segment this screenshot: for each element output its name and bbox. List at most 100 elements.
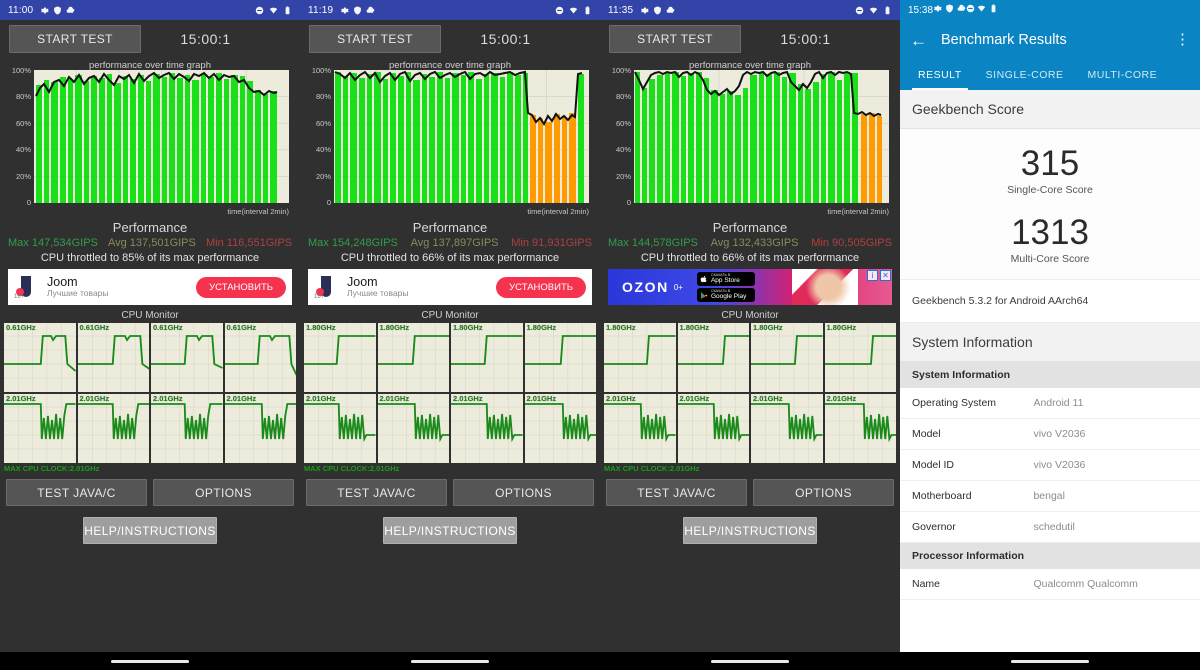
back-arrow-icon[interactable]: ← — [910, 32, 927, 49]
test-java-c-button[interactable]: TEST JAVA/C — [606, 479, 747, 506]
ad-banner-1[interactable]: 16+ Joom Лучшие товары УСТАНОВИТЬ — [8, 269, 292, 305]
nav-home-pill[interactable] — [1011, 659, 1089, 663]
system-nav-bar[interactable] — [300, 652, 600, 670]
cpu-core-cell: 1.80GHz — [677, 323, 749, 392]
joom-ad[interactable]: 16+ Joom Лучшие товары УСТАНОВИТЬ — [8, 269, 292, 305]
status-time: 11:00 — [8, 4, 34, 16]
nav-home-pill[interactable] — [711, 659, 789, 663]
table-row: Model ID vivo V2036 — [900, 450, 1200, 481]
options-button[interactable]: OPTIONS — [753, 479, 894, 506]
cpu-core-cell: 2.01GHz — [451, 394, 523, 463]
nav-home-pill[interactable] — [111, 659, 189, 663]
multi-core-score-group: 1313 Multi-Core Score — [900, 213, 1200, 264]
cpu-core-cell: 2.01GHz — [304, 394, 376, 463]
ad-banner-3[interactable]: OZON 0+ СКАЧАТЬ В App Store СКАЧАТЬ В Goog… — [608, 269, 892, 305]
app-store-label: СКАЧАТЬ В App Store — [711, 273, 740, 284]
geekbench-status-bar: 15:38 — [900, 0, 1200, 20]
cpu-core-cell: 2.01GHz — [151, 394, 223, 463]
help-instructions-button[interactable]: HELP/INSTRUCTIONS — [683, 517, 817, 544]
cpu-core-freq: 0.61GHz — [226, 323, 257, 332]
google-play-badge[interactable]: СКАЧАТЬ В Google Play — [696, 288, 755, 302]
dnd-icon — [555, 6, 564, 14]
row-key: Name — [912, 577, 941, 590]
gear-icon — [641, 7, 649, 13]
throttling-panel-1: 11:00 START TEST 15:00:1 performance ove… — [0, 0, 300, 670]
ad-controls[interactable]: i ✕ — [867, 270, 891, 281]
table-row: Operating System Android 11 — [900, 388, 1200, 419]
app-store-badge[interactable]: СКАЧАТЬ В App Store — [696, 272, 755, 286]
system-nav-bar[interactable] — [0, 652, 300, 670]
row-key: Model ID — [912, 458, 955, 471]
svg-text:40%: 40% — [616, 145, 631, 154]
start-test-button[interactable]: START TEST — [9, 25, 141, 53]
svg-text:80%: 80% — [16, 92, 31, 101]
graph-canvas: 100% 80% 60% 40% 20% 0 time(interval 2mi… — [12, 66, 290, 216]
google-play-name: Google Play — [710, 292, 747, 300]
max-gips: Max 144,578GIPS — [608, 237, 698, 249]
overflow-menu-icon[interactable]: ⋮ — [1175, 32, 1190, 46]
cpu-core-cell: 2.01GHz — [524, 394, 596, 463]
svg-text:0: 0 — [627, 198, 631, 207]
tab-single-core[interactable]: SINGLE-CORE — [974, 60, 1076, 90]
max-cpu-clock-label: MAX CPU CLOCK:2.01GHz — [4, 464, 100, 473]
joom-ad-text: Joom Лучшие товары — [347, 275, 489, 299]
status-right-icons — [555, 5, 592, 15]
start-test-button[interactable]: START TEST — [309, 25, 441, 53]
ad-info-icon[interactable]: i — [867, 270, 878, 281]
cpu-core-cell: 0.61GHz — [4, 323, 76, 392]
ad-subtitle: Лучшие товары — [347, 288, 409, 299]
options-button[interactable]: OPTIONS — [153, 479, 294, 506]
cpu-core-cell: 2.01GHz — [604, 394, 676, 463]
ad-install-button[interactable]: УСТАНОВИТЬ — [196, 276, 286, 298]
max-gips: Max 154,248GIPS — [308, 237, 398, 249]
throttle-message: CPU throttled to 66% of its max performa… — [640, 252, 860, 264]
ozon-store-badges[interactable]: СКАЧАТЬ В App Store СКАЧАТЬ В Google Play — [696, 272, 755, 302]
ad-banner-2[interactable]: 16+ Joom Лучшие товары УСТАНОВИТЬ — [308, 269, 592, 305]
throttling-panel-2: 11:19 START TEST 15:00:1 performance ove… — [300, 0, 600, 670]
cpu-core-cell: 1.80GHz — [524, 323, 596, 392]
shield-icon — [654, 5, 662, 15]
table-row: Name Qualcomm Qualcomm — [900, 569, 1200, 600]
max-cpu-clock-label: MAX CPU CLOCK:2.01GHz — [304, 464, 400, 473]
battery-icon — [585, 5, 590, 14]
cpu-core-freq: 1.80GHz — [453, 323, 483, 332]
tab-result[interactable]: RESULT — [906, 60, 974, 90]
test-java-c-button[interactable]: TEST JAVA/C — [6, 479, 147, 506]
help-instructions-button[interactable]: HELP/INSTRUCTIONS — [83, 517, 217, 544]
svg-text:20%: 20% — [316, 172, 331, 181]
screenshot-root: 11:00 START TEST 15:00:1 performance ove… — [0, 0, 1200, 670]
cpu-monitor-grid-3: 1.80GHz 1.80GHz 1.80GHz 1.80GHz 2.01GHz … — [604, 323, 896, 463]
ozon-ad[interactable]: OZON 0+ СКАЧАТЬ В App Store СКАЧАТЬ В Goog… — [608, 269, 892, 305]
help-instructions-button[interactable]: HELP/INSTRUCTIONS — [383, 517, 517, 544]
test-java-c-button[interactable]: TEST JAVA/C — [306, 479, 447, 506]
ad-subtitle: Лучшие товары — [47, 288, 109, 299]
ad-install-button[interactable]: УСТАНОВИТЬ — [496, 276, 586, 298]
performance-stats-1: Performance Max 147,534GIPS Avg 137,501G… — [0, 218, 300, 269]
row-value: vivo V2036 — [1033, 427, 1086, 440]
ad-close-icon[interactable]: ✕ — [880, 270, 891, 281]
cpu-core-cell: 0.61GHz — [224, 323, 296, 392]
joom-ad[interactable]: 16+ Joom Лучшие товары УСТАНОВИТЬ — [308, 269, 592, 305]
test-timer: 15:00:1 — [180, 31, 231, 47]
single-core-score-label: Single-Core Score — [1007, 183, 1093, 196]
status-time: 11:19 — [308, 4, 334, 16]
svg-text:40%: 40% — [316, 145, 331, 154]
options-button[interactable]: OPTIONS — [453, 479, 594, 506]
svg-text:time(interval 2min): time(interval 2min) — [827, 207, 889, 216]
svg-text:20%: 20% — [16, 172, 31, 181]
cpu-core-freq: 1.80GHz — [679, 323, 710, 332]
nav-home-pill[interactable] — [411, 659, 489, 663]
status-bar-1: 11:00 — [0, 0, 300, 20]
tab-multi-core[interactable]: MULTI-CORE — [1076, 60, 1170, 90]
cpu-core-freq: 2.01GHz — [79, 394, 110, 403]
system-nav-bar[interactable] — [900, 652, 1200, 670]
system-nav-bar[interactable] — [600, 652, 900, 670]
system-information-section-title: System Information — [900, 322, 1200, 362]
battery-icon — [885, 5, 890, 14]
single-core-score-group: 315 Single-Core Score — [900, 145, 1200, 196]
cpu-core-cell: 1.80GHz — [751, 323, 823, 392]
max-gips: Max 147,534GIPS — [8, 237, 98, 249]
cpu-core-cell: 2.01GHz — [677, 394, 749, 463]
start-test-button[interactable]: START TEST — [609, 25, 741, 53]
cpu-core-freq: 2.01GHz — [679, 394, 710, 403]
